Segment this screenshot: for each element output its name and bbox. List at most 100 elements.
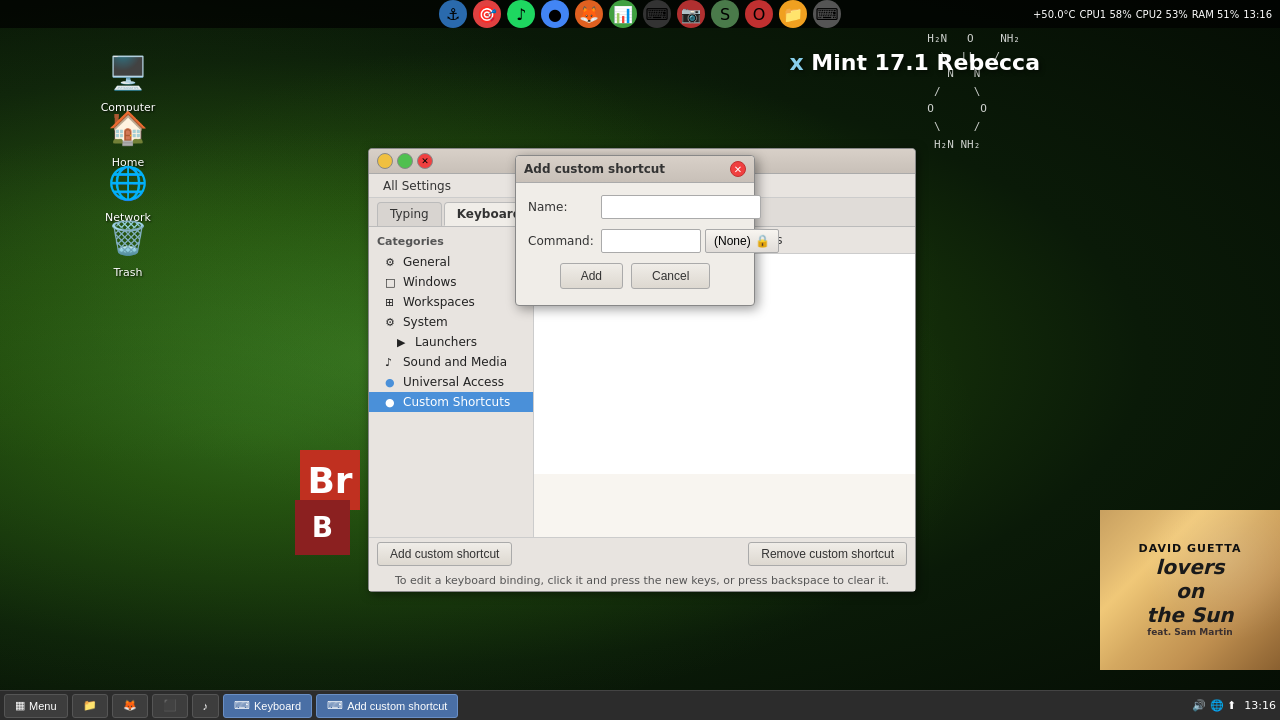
terminal-taskbar-btn[interactable]: ⬛ <box>152 694 188 718</box>
album-art-inner: DAVID GUETTA lovers on the Sun feat. Sam… <box>1100 510 1280 670</box>
taskbar-icon-screenshot[interactable]: 📷 <box>677 0 705 28</box>
temp-display: +50.0°C <box>1033 9 1076 20</box>
sidebar: Categories ⚙ General □ Windows ⊞ Workspa… <box>369 227 534 537</box>
custom-shortcut-dialog: Add custom shortcut ✕ Name: Command: (No… <box>515 155 755 306</box>
windows-label: Windows <box>403 275 457 289</box>
sidebar-item-sound-media[interactable]: ♪ Sound and Media <box>369 352 533 372</box>
taskbar-icon-spotify[interactable]: ♪ <box>507 0 535 28</box>
add-button[interactable]: Add <box>560 263 623 289</box>
taskbar-right: 🔊 🌐 ⬆ 13:16 <box>1192 699 1276 712</box>
firefox-taskbar-icon: 🦊 <box>123 699 137 712</box>
taskbar-icon-opera[interactable]: O <box>745 0 773 28</box>
sidebar-item-windows[interactable]: □ Windows <box>369 272 533 292</box>
files-icon: 📁 <box>83 699 97 712</box>
access-icon: ● <box>385 376 399 389</box>
none-icon: 🔒 <box>755 234 770 248</box>
sidebar-item-launchers[interactable]: ▶ Launchers <box>369 332 533 352</box>
all-settings-link[interactable]: All Settings <box>377 177 457 195</box>
workspaces-label: Workspaces <box>403 295 475 309</box>
br-icon-small: B <box>295 500 350 555</box>
sidebar-item-custom-shortcuts[interactable]: ● Custom Shortcuts <box>369 392 533 412</box>
sound-taskbar-icon: ♪ <box>203 700 209 712</box>
command-input[interactable] <box>601 229 701 253</box>
workspaces-icon: ⊞ <box>385 296 399 309</box>
name-label: Name: <box>528 200 593 214</box>
top-panel: ⚓ 🎯 ♪ ● 🦊 📊 ⌨ 📷 S O 📁 ⌨ +50.0°C CPU1 58%… <box>0 0 1280 28</box>
command-row: Command: (None) 🔒 <box>528 229 742 253</box>
none-button[interactable]: (None) 🔒 <box>705 229 779 253</box>
taskbar-icon-keyboard[interactable]: ⌨ <box>813 0 841 28</box>
tab-typing[interactable]: Typing <box>377 202 442 226</box>
sound-label: Sound and Media <box>403 355 507 369</box>
general-label: General <box>403 255 450 269</box>
close-button[interactable]: ✕ <box>417 153 433 169</box>
os-label: x Mint 17.1 Rebecca <box>789 50 1040 75</box>
network-icon: 🌐 <box>104 159 152 207</box>
dialog-title: Add custom shortcut <box>524 162 665 176</box>
cancel-button[interactable]: Cancel <box>631 263 710 289</box>
taskbar-icons-right: 🔊 🌐 ⬆ <box>1192 699 1236 712</box>
time-display: 13:16 <box>1243 9 1272 20</box>
taskbar-icon-firefox[interactable]: 🦊 <box>575 0 603 28</box>
system-icon: ⚙ <box>385 316 399 329</box>
molecule-decoration: H₂N O NH₂ \ || / N N / \ O O \ / H₂N NH₂ <box>927 30 1020 153</box>
remove-custom-shortcut-button[interactable]: Remove custom shortcut <box>748 542 907 566</box>
album-art: DAVID GUETTA lovers on the Sun feat. Sam… <box>1100 510 1280 670</box>
keyboard-taskbar-label: Keyboard <box>254 700 301 712</box>
command-label: Command: <box>528 234 593 248</box>
sidebar-item-workspaces[interactable]: ⊞ Workspaces <box>369 292 533 312</box>
taskbar-icon-terminal[interactable]: ⌨ <box>643 0 671 28</box>
sys-info: +50.0°C CPU1 58% CPU2 53% RAM 51% 13:16 <box>1033 0 1280 28</box>
cpu1-display: CPU1 58% <box>1080 9 1132 20</box>
maximize-button[interactable] <box>397 153 413 169</box>
computer-icon: 🖥️ <box>104 49 152 97</box>
general-icon: ⚙ <box>385 256 399 269</box>
terminal-taskbar-icon: ⬛ <box>163 699 177 712</box>
dialog-buttons: Add Cancel <box>528 263 742 293</box>
menu-label: Menu <box>29 700 57 712</box>
taskbar-icon-files[interactable]: 📁 <box>779 0 807 28</box>
name-input[interactable] <box>601 195 761 219</box>
footer-hint: To edit a keyboard binding, click it and… <box>369 570 915 591</box>
sidebar-item-system[interactable]: ⚙ System <box>369 312 533 332</box>
access-label: Universal Access <box>403 375 504 389</box>
album-artist: DAVID GUETTA lovers on the Sun feat. Sam… <box>1139 542 1242 638</box>
home-icon: 🏠 <box>104 104 152 152</box>
taskbar: ▦ Menu 📁 🦊 ⬛ ♪ ⌨ Keyboard ⌨ Add custom s… <box>0 690 1280 720</box>
taskbar-icon-s[interactable]: S <box>711 0 739 28</box>
dialog-titlebar: Add custom shortcut ✕ <box>516 156 754 183</box>
taskbar-icon-monitor[interactable]: 📊 <box>609 0 637 28</box>
minimize-button[interactable] <box>377 153 393 169</box>
dialog-close-button[interactable]: ✕ <box>730 161 746 177</box>
files-taskbar-btn[interactable]: 📁 <box>72 694 108 718</box>
desktop-icon-trash[interactable]: 🗑️ Trash <box>88 210 168 283</box>
sidebar-item-universal-access[interactable]: ● Universal Access <box>369 372 533 392</box>
add-custom-shortcut-button[interactable]: Add custom shortcut <box>377 542 512 566</box>
menu-icon: ▦ <box>15 699 25 712</box>
taskbar-time: 13:16 <box>1244 699 1276 712</box>
shortcut-taskbar-icon: ⌨ <box>327 699 343 712</box>
sidebar-item-general[interactable]: ⚙ General <box>369 252 533 272</box>
firefox-taskbar-btn[interactable]: 🦊 <box>112 694 148 718</box>
taskbar-icon-chrome[interactable]: ● <box>541 0 569 28</box>
keyboard-taskbar-btn[interactable]: ⌨ Keyboard <box>223 694 312 718</box>
menu-button[interactable]: ▦ Menu <box>4 694 68 718</box>
system-label: System <box>403 315 448 329</box>
windows-icon: □ <box>385 276 399 289</box>
categories-header: Categories <box>369 231 533 252</box>
command-input-group: (None) 🔒 <box>601 229 779 253</box>
taskbar-icon-anchor[interactable]: ⚓ <box>439 0 467 28</box>
ram-display: RAM 51% <box>1192 9 1239 20</box>
window-controls: ✕ <box>377 153 433 169</box>
sound-taskbar-btn[interactable]: ♪ <box>192 694 220 718</box>
taskbar-icon-target[interactable]: 🎯 <box>473 0 501 28</box>
custom-label: Custom Shortcuts <box>403 395 510 409</box>
taskbar-icons: ⚓ 🎯 ♪ ● 🦊 📊 ⌨ 📷 S O 📁 ⌨ <box>439 0 841 28</box>
name-row: Name: <box>528 195 742 219</box>
trash-icon: 🗑️ <box>104 214 152 262</box>
dialog-body: Name: Command: (None) 🔒 Add Cancel <box>516 183 754 305</box>
window-footer: Add custom shortcut Remove custom shortc… <box>369 537 915 570</box>
shortcut-taskbar-btn[interactable]: ⌨ Add custom shortcut <box>316 694 458 718</box>
shortcut-taskbar-label: Add custom shortcut <box>347 700 447 712</box>
cpu2-display: CPU2 53% <box>1136 9 1188 20</box>
